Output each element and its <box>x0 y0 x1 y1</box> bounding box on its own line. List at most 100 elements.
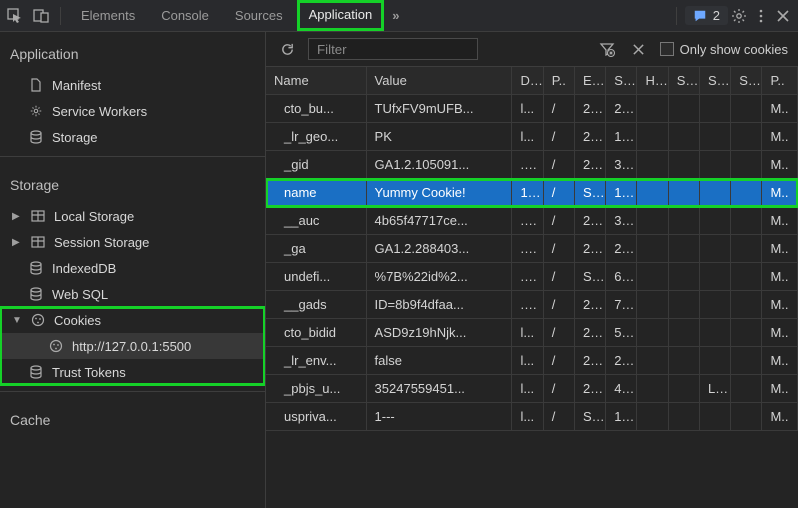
tab-application[interactable]: Application <box>297 0 385 31</box>
cell-value: 35247559451... <box>366 375 512 403</box>
cell-e: S... <box>574 403 605 431</box>
cell-name: __gads <box>266 291 366 319</box>
settings-icon[interactable] <box>728 5 750 27</box>
cell-name: _lr_geo... <box>266 123 366 151</box>
sidebar-item-label: http://127.0.0.1:5500 <box>72 339 191 354</box>
close-devtools-icon[interactable] <box>772 5 794 27</box>
table-row[interactable]: undefi...%7B%22id%2......./S...6...M.. <box>266 263 798 291</box>
clear-all-icon[interactable] <box>628 38 650 60</box>
tab-console[interactable]: Console <box>149 0 221 31</box>
cell-s2 <box>668 263 699 291</box>
cell-s3 <box>699 263 730 291</box>
cell-s3 <box>699 319 730 347</box>
cell-p: / <box>543 263 574 291</box>
cell-h <box>637 179 668 207</box>
database-icon <box>28 286 44 302</box>
cell-e: 2... <box>574 151 605 179</box>
cell-d: l... <box>512 347 543 375</box>
col-sameparty[interactable]: S.. <box>731 67 762 95</box>
table-row[interactable]: _lr_env...falsel.../2...2...M.. <box>266 347 798 375</box>
cell-s3 <box>699 207 730 235</box>
cell-s1: 2... <box>606 235 637 263</box>
sidebar-item-service-workers[interactable]: Service Workers <box>0 98 265 124</box>
cell-name: _lr_env... <box>266 347 366 375</box>
cell-value: ID=8b9f4dfaa... <box>366 291 512 319</box>
cell-d: l... <box>512 375 543 403</box>
only-show-cookies-toggle[interactable]: Only show cookies <box>660 42 788 57</box>
cell-h <box>637 263 668 291</box>
table-row[interactable]: uspriva...1---l.../S...1...M.. <box>266 403 798 431</box>
col-samesite[interactable]: S.. <box>699 67 730 95</box>
cell-e: 2... <box>574 95 605 123</box>
cell-s3 <box>699 235 730 263</box>
cell-s1: 1... <box>606 123 637 151</box>
cell-value: 4b65f47717ce... <box>366 207 512 235</box>
cell-p: / <box>543 207 574 235</box>
cookie-icon <box>30 312 46 328</box>
col-secure[interactable]: S.. <box>668 67 699 95</box>
sidebar-item-local-storage[interactable]: ▶ Local Storage <box>0 203 265 229</box>
sidebar-item-label: Cookies <box>54 313 101 328</box>
sidebar-item-websql[interactable]: Web SQL <box>0 281 265 307</box>
cell-d: l... <box>512 123 543 151</box>
cell-name: _ga <box>266 235 366 263</box>
clear-filter-icon[interactable] <box>596 38 618 60</box>
tab-sources[interactable]: Sources <box>223 0 295 31</box>
col-path[interactable]: P.. <box>543 67 574 95</box>
cell-s4 <box>731 95 762 123</box>
issues-indicator[interactable]: 2 <box>685 6 728 25</box>
table-row[interactable]: __auc4b65f47717ce......./2...3...M.. <box>266 207 798 235</box>
cell-s1: 1... <box>606 403 637 431</box>
cell-e: 2... <box>574 207 605 235</box>
cell-d: .... <box>512 291 543 319</box>
col-expires[interactable]: E.. <box>574 67 605 95</box>
sidebar-item-storage[interactable]: Storage <box>0 124 265 150</box>
cell-s4 <box>731 291 762 319</box>
expand-icon: ▶ <box>12 237 22 248</box>
inspect-icon[interactable] <box>4 5 26 27</box>
table-row[interactable]: cto_bu...TUfxFV9mUFB...l.../2...2...M.. <box>266 95 798 123</box>
section-storage: Storage <box>0 163 265 203</box>
sidebar-item-cookie-origin[interactable]: http://127.0.0.1:5500 <box>0 333 265 359</box>
col-size[interactable]: S.. <box>606 67 637 95</box>
sidebar-item-session-storage[interactable]: ▶ Session Storage <box>0 229 265 255</box>
cell-s1: 7... <box>606 291 637 319</box>
table-row[interactable]: cto_bididASD9z19hNjk...l.../2...5...M.. <box>266 319 798 347</box>
col-value[interactable]: Value <box>366 67 512 95</box>
table-row[interactable]: __gadsID=8b9f4dfaa......./2...7...M.. <box>266 291 798 319</box>
cell-p: / <box>543 319 574 347</box>
tab-elements[interactable]: Elements <box>69 0 147 31</box>
cell-name: cto_bu... <box>266 95 366 123</box>
cell-name: name <box>266 179 366 207</box>
table-row[interactable]: _gaGA1.2.288403......./2...2...M.. <box>266 235 798 263</box>
sidebar-item-manifest[interactable]: Manifest <box>0 72 265 98</box>
refresh-icon[interactable] <box>276 38 298 60</box>
col-priority[interactable]: P.. <box>762 67 798 95</box>
table-row[interactable]: nameYummy Cookie!1.../S...1...M.. <box>266 179 798 207</box>
sidebar-item-cookies[interactable]: ▼ Cookies <box>0 307 265 333</box>
cell-s1: 3... <box>606 207 637 235</box>
cell-e: 2... <box>574 347 605 375</box>
cell-h <box>637 403 668 431</box>
col-name[interactable]: Name <box>266 67 366 95</box>
cell-name: uspriva... <box>266 403 366 431</box>
cell-name: undefi... <box>266 263 366 291</box>
more-tabs-icon[interactable]: » <box>386 0 405 31</box>
device-toggle-icon[interactable] <box>30 5 52 27</box>
col-httponly[interactable]: H.. <box>637 67 668 95</box>
separator <box>60 7 61 25</box>
cell-s4 <box>731 319 762 347</box>
col-domain[interactable]: D.. <box>512 67 543 95</box>
filter-input[interactable] <box>308 38 478 60</box>
table-row[interactable]: _gidGA1.2.105091......./2...3...M.. <box>266 151 798 179</box>
cell-name: __auc <box>266 207 366 235</box>
table-row[interactable]: _lr_geo...PKl.../2...1...M.. <box>266 123 798 151</box>
cell-s2 <box>668 151 699 179</box>
table-row[interactable]: _pbjs_u...35247559451...l.../2...4...L..… <box>266 375 798 403</box>
sidebar-item-indexeddb[interactable]: IndexedDB <box>0 255 265 281</box>
sidebar-item-label: Trust Tokens <box>52 365 126 380</box>
cell-h <box>637 375 668 403</box>
cell-p: / <box>543 403 574 431</box>
sidebar-item-trust-tokens[interactable]: Trust Tokens <box>0 359 265 385</box>
kebab-menu-icon[interactable] <box>750 5 772 27</box>
